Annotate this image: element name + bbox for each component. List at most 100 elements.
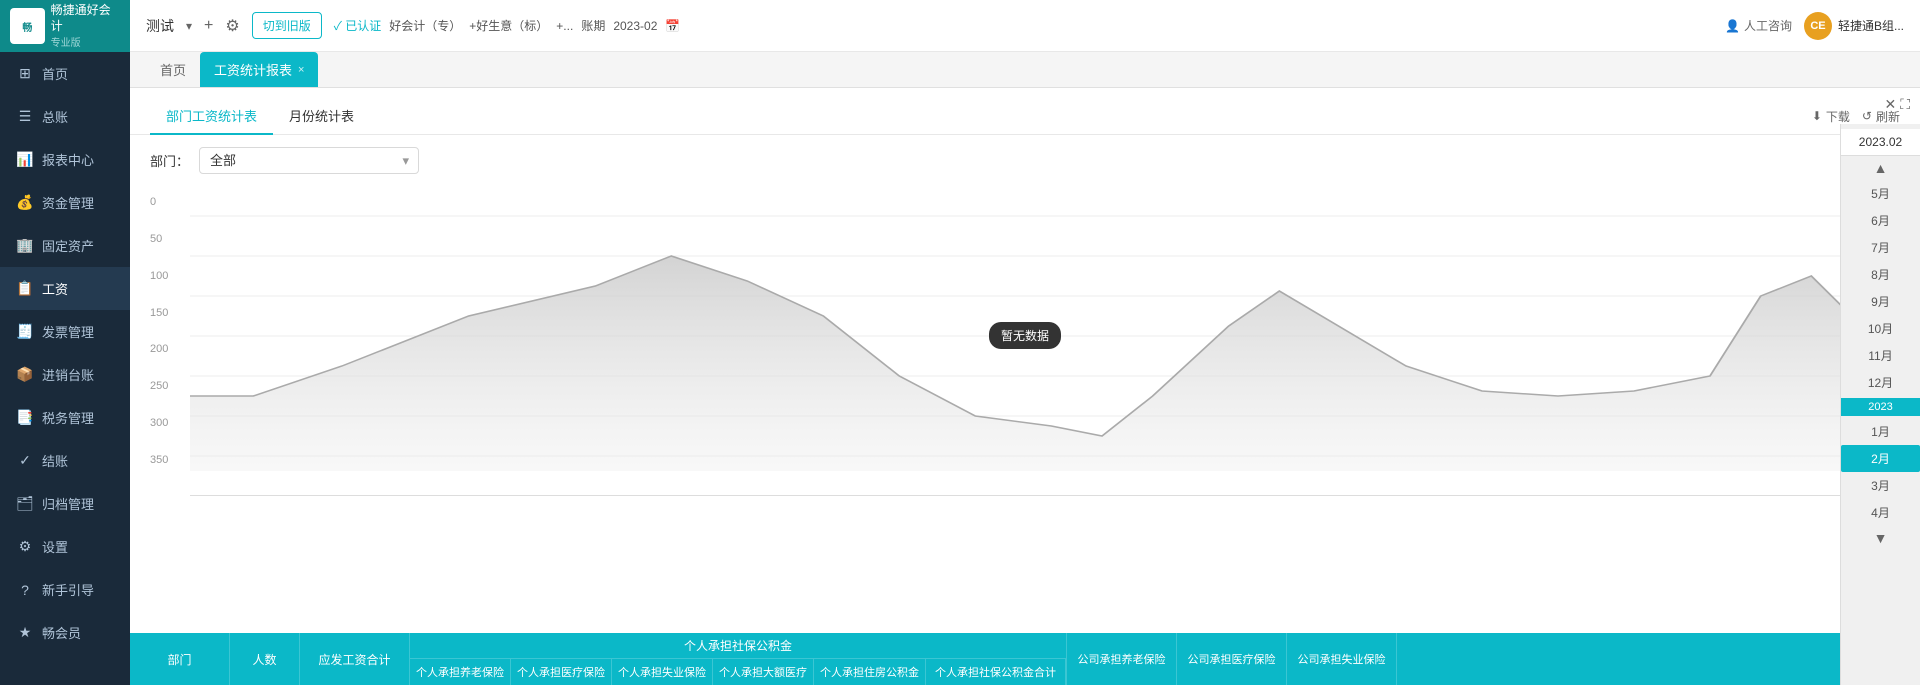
bottom-table: 部门 人数 应发工资合计 个人承担社保公积金 个人承担养老保险 <box>130 633 1920 685</box>
panel-month-2[interactable]: 2月 <box>1841 445 1920 472</box>
panel-month-3[interactable]: 3月 <box>1841 472 1920 499</box>
sidebar-item-settlement[interactable]: ✓ 结账 <box>0 439 130 482</box>
panel-month-11[interactable]: 11月 <box>1841 342 1920 369</box>
settings-btn[interactable]: ⚙ <box>225 16 239 36</box>
panel-down-btn[interactable]: ▼ <box>1841 526 1920 550</box>
sub-col-social-total: 个人承担社保公积金合计 <box>926 659 1066 685</box>
sub-col-housing-fund: 个人承担住房公积金 <box>814 659 926 685</box>
assets-icon: 🏢 <box>16 237 34 255</box>
right-panel: 2023.02 ▲ 5月 6月 7月 8月 <box>1840 124 1920 685</box>
sidebar-item-label: 资金管理 <box>42 193 94 212</box>
sidebar-item-label: 工资 <box>42 279 68 298</box>
chart-tooltip: 暂无数据 <box>989 322 1061 349</box>
sidebar-item-reports[interactable]: 📊 报表中心 <box>0 138 130 181</box>
tax-icon: 📑 <box>16 409 34 427</box>
sidebar-item-member[interactable]: ★ 畅会员 <box>0 611 130 654</box>
tab-home[interactable]: 首页 <box>146 52 200 87</box>
refresh-icon: ↺ <box>1862 109 1872 123</box>
switch-version-btn[interactable]: 切到旧版 <box>252 12 322 39</box>
panel-month-6[interactable]: 6月 <box>1841 207 1920 234</box>
group-personal-header: 个人承担社保公积金 <box>410 633 1066 659</box>
sidebar-item-archive[interactable]: 🗂 归档管理 <box>0 482 130 525</box>
panel-month-8[interactable]: 8月 <box>1841 261 1920 288</box>
topbar-right: 👤 人工咨询 CE 轻捷通B组... <box>1725 12 1904 40</box>
sidebar-item-assets[interactable]: 🏢 固定资产 <box>0 224 130 267</box>
dept-select-wrapper: 全部 <box>199 147 419 174</box>
sidebar-item-label: 进销台账 <box>42 365 94 384</box>
sidebar-item-ledger[interactable]: ☰ 总账 <box>0 95 130 138</box>
sidebar-item-home[interactable]: ⊞ 首页 <box>0 52 130 95</box>
sidebar-item-guide[interactable]: ? 新手引导 <box>0 568 130 611</box>
sidebar-item-invoice[interactable]: 🧾 发票管理 <box>0 310 130 353</box>
guide-icon: ? <box>16 581 34 599</box>
sidebar-menu: ⊞ 首页 ☰ 总账 📊 报表中心 💰 资金管理 🏢 固定资产 📋 工资 🧾 发票… <box>0 52 130 685</box>
period-value: 2023-02 <box>613 19 657 33</box>
logo-badge: 专业版 <box>51 34 120 49</box>
avatar: CE <box>1804 12 1832 40</box>
sidebar: 畅 畅捷通好会计 专业版 ⊞ 首页 ☰ 总账 📊 报表中心 💰 资金管理 🏢 固… <box>0 0 130 685</box>
right-panel-nav: ▲ 5月 6月 7月 8月 9月 <box>1841 156 1920 550</box>
sub-tab-dept[interactable]: 部门工资统计表 <box>150 98 273 135</box>
add-btn[interactable]: + <box>204 17 213 35</box>
sidebar-item-label: 固定资产 <box>42 236 94 255</box>
settlement-icon: ✓ <box>16 452 34 470</box>
sidebar-item-label: 报表中心 <box>42 150 94 169</box>
company-dropdown-btn[interactable]: ▾ <box>186 19 192 33</box>
tab-close-btn[interactable]: × <box>298 64 304 76</box>
panel-year2-badge: 2023 <box>1841 398 1920 416</box>
invoice-icon: 🧾 <box>16 323 34 341</box>
chart-area: 350 300 250 200 150 100 50 0 <box>130 186 1920 633</box>
logo-text-wrapper: 畅捷通好会计 专业版 <box>51 3 120 49</box>
sidebar-item-label: 新手引导 <box>42 580 94 599</box>
sidebar-item-label: 归档管理 <box>42 494 94 513</box>
sub-col-company-unemploy: 公司承担失业保险 <box>1287 633 1397 685</box>
panel-maximize-btn[interactable]: ⛶ <box>1900 96 1910 113</box>
user-btn[interactable]: CE 轻捷通B组... <box>1804 12 1904 40</box>
panel-month-10[interactable]: 10月 <box>1841 315 1920 342</box>
tab-salary-label: 工资统计报表 <box>214 60 292 79</box>
sidebar-item-tax[interactable]: 📑 税务管理 <box>0 396 130 439</box>
panel-month-9[interactable]: 9月 <box>1841 288 1920 315</box>
ledger-icon: ☰ <box>16 108 34 126</box>
download-btn[interactable]: ⬇ 下载 <box>1812 108 1850 125</box>
panel-month-12[interactable]: 12月 <box>1841 369 1920 396</box>
sub-col-company-medical: 公司承担医疗保险 <box>1177 633 1287 685</box>
sidebar-item-funds[interactable]: 💰 资金管理 <box>0 181 130 224</box>
sidebar-item-label: 总账 <box>42 107 68 126</box>
panel-month-1[interactable]: 1月 <box>1841 418 1920 445</box>
sidebar-logo: 畅 畅捷通好会计 专业版 <box>0 0 130 52</box>
panel-up-btn[interactable]: ▲ <box>1841 156 1920 180</box>
group-personal-cells: 个人承担养老保险 个人承担医疗保险 个人承担失业保险 个人承担大额医疗 个人承担 <box>410 659 1066 685</box>
sub-col-pension: 个人承担养老保险 <box>410 659 511 685</box>
dept-select[interactable]: 全部 <box>199 147 419 174</box>
company-name: 测试 <box>146 16 174 36</box>
chart-container: 350 300 250 200 150 100 50 0 <box>150 196 1900 496</box>
type1-tag: 好会计（专） <box>389 17 461 34</box>
type2-tag: +好生意（标） <box>469 17 548 34</box>
salary-icon: 📋 <box>16 280 34 298</box>
tab-salary-report[interactable]: 工资统计报表 × <box>200 52 318 87</box>
sidebar-item-label: 畅会员 <box>42 623 81 642</box>
table-col-dept: 部门 <box>130 633 230 685</box>
help-btn[interactable]: 👤 人工咨询 <box>1725 17 1792 34</box>
sub-tab-monthly[interactable]: 月份统计表 <box>273 98 370 135</box>
panel-month-4[interactable]: 4月 <box>1841 499 1920 526</box>
tab-bar: 首页 工资统计报表 × <box>130 52 1920 88</box>
sidebar-item-settings[interactable]: ⚙ 设置 <box>0 525 130 568</box>
table-col-group-personal: 个人承担社保公积金 个人承担养老保险 个人承担医疗保险 个人承担失业保险 <box>410 633 1067 685</box>
table-col-people: 人数 <box>230 633 300 685</box>
sidebar-item-label: 发票管理 <box>42 322 94 341</box>
panel-month-7[interactable]: 7月 <box>1841 234 1920 261</box>
sidebar-item-label: 结账 <box>42 451 68 470</box>
panel-close-btn[interactable]: ✕ <box>1884 96 1896 113</box>
sidebar-item-salary[interactable]: 📋 工资 <box>0 267 130 310</box>
sub-tabs: 部门工资统计表 月份统计表 ⬇ 下载 ↺ 刷新 <box>130 88 1920 135</box>
sub-col-company-pension: 公司承担养老保险 <box>1067 633 1177 685</box>
panel-month-5[interactable]: 5月 <box>1841 180 1920 207</box>
more-tag: +... <box>556 19 573 33</box>
sidebar-item-sales[interactable]: 📦 进销台账 <box>0 353 130 396</box>
sidebar-item-label: 首页 <box>42 64 68 83</box>
help-label: 人工咨询 <box>1744 17 1792 34</box>
settings-icon: ⚙ <box>16 538 34 556</box>
sub-col-major-medical: 个人承担大额医疗 <box>713 659 814 685</box>
